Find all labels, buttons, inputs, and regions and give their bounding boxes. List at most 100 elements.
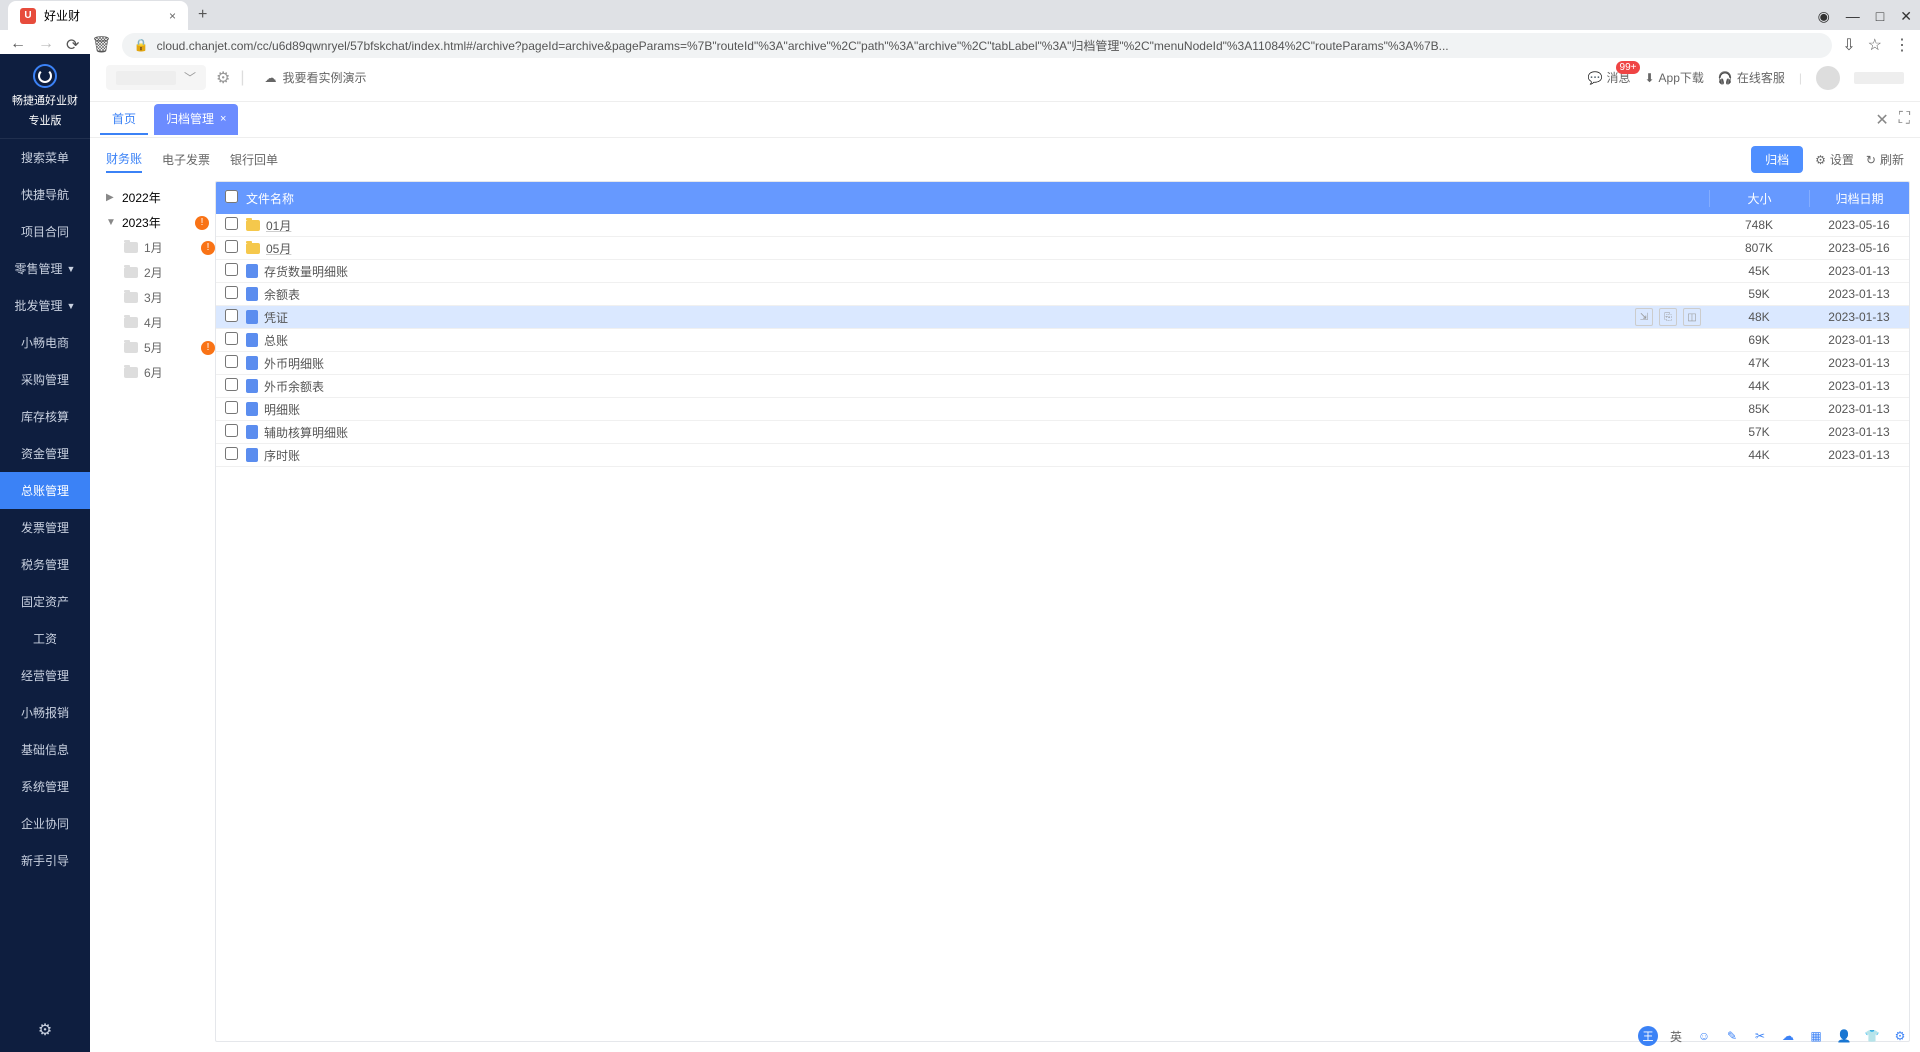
- row-checkbox[interactable]: [225, 424, 238, 437]
- ime-logo-icon[interactable]: 王: [1638, 1026, 1658, 1046]
- tree-year-2023[interactable]: ▼ 2023年 !: [100, 210, 215, 235]
- sidebar-item[interactable]: 小畅电商: [0, 324, 90, 361]
- reload-icon[interactable]: ⟳: [66, 35, 79, 55]
- user-icon[interactable]: ◉: [1818, 8, 1830, 25]
- sidebar-item[interactable]: 资金管理: [0, 435, 90, 472]
- action-pdf-icon[interactable]: ⎘: [1659, 308, 1677, 326]
- table-row[interactable]: 序时账44K2023-01-13: [216, 444, 1909, 467]
- row-checkbox[interactable]: [225, 401, 238, 414]
- sidebar-item[interactable]: 批发管理▼: [0, 287, 90, 324]
- table-row[interactable]: 05月807K2023-05-16: [216, 237, 1909, 260]
- download-button[interactable]: ⬇ App下载: [1644, 69, 1703, 86]
- ime-smile-icon[interactable]: ☺: [1694, 1026, 1714, 1046]
- sidebar-item[interactable]: 系统管理: [0, 768, 90, 805]
- select-all-checkbox[interactable]: [225, 190, 238, 203]
- sidebar-item[interactable]: 采购管理: [0, 361, 90, 398]
- close-window-icon[interactable]: ✕: [1900, 8, 1912, 25]
- table-row[interactable]: 余额表59K2023-01-13: [216, 283, 1909, 306]
- tab-archive[interactable]: 归档管理 ×: [154, 104, 238, 135]
- ime-person-icon[interactable]: 👤: [1834, 1026, 1854, 1046]
- table-row[interactable]: 外币余额表44K2023-01-13: [216, 375, 1909, 398]
- company-selector[interactable]: ﹀: [106, 65, 206, 90]
- demo-link[interactable]: ☁ 我要看实例演示: [265, 69, 367, 86]
- sidebar-item[interactable]: 零售管理▼: [0, 250, 90, 287]
- install-icon[interactable]: ⇩: [1842, 35, 1855, 55]
- file-name[interactable]: 05月: [266, 240, 291, 257]
- row-checkbox[interactable]: [225, 240, 238, 253]
- maximize-icon[interactable]: □: [1876, 8, 1884, 25]
- table-row[interactable]: 明细账85K2023-01-13: [216, 398, 1909, 421]
- row-checkbox[interactable]: [225, 332, 238, 345]
- tree-month[interactable]: 3月: [100, 285, 215, 310]
- messages-button[interactable]: 💬 消息 99+: [1588, 69, 1631, 86]
- table-row[interactable]: 辅助核算明细账57K2023-01-13: [216, 421, 1909, 444]
- sidebar-item[interactable]: 项目合同: [0, 213, 90, 250]
- sidebar-item[interactable]: 总账管理: [0, 472, 90, 509]
- sidebar-item[interactable]: 经营管理: [0, 657, 90, 694]
- star-icon[interactable]: ☆: [1868, 35, 1882, 55]
- sidebar-item[interactable]: 库存核算: [0, 398, 90, 435]
- sidebar-item-label: 基础信息: [21, 741, 69, 758]
- browser-tab[interactable]: U 好业财 ×: [8, 1, 188, 30]
- menu-icon[interactable]: ⋮: [1894, 35, 1910, 55]
- ime-grid-icon[interactable]: ▦: [1806, 1026, 1826, 1046]
- tree-month[interactable]: 5月!: [100, 335, 215, 360]
- close-all-icon[interactable]: ✕: [1875, 110, 1888, 130]
- close-icon[interactable]: ×: [169, 9, 176, 23]
- back-icon[interactable]: ←: [10, 35, 26, 55]
- row-checkbox[interactable]: [225, 447, 238, 460]
- settings-icon[interactable]: ⚙: [0, 1008, 90, 1052]
- avatar[interactable]: [1816, 66, 1840, 90]
- new-tab-button[interactable]: +: [188, 0, 217, 30]
- forward-icon[interactable]: →: [38, 35, 54, 55]
- ime-lang-button[interactable]: 英: [1666, 1026, 1686, 1046]
- sidebar-item[interactable]: 税务管理: [0, 546, 90, 583]
- sidebar-item[interactable]: 基础信息: [0, 731, 90, 768]
- row-checkbox[interactable]: [225, 286, 238, 299]
- tree-month[interactable]: 2月: [100, 260, 215, 285]
- row-checkbox[interactable]: [225, 217, 238, 230]
- close-tab-icon[interactable]: ×: [220, 113, 226, 125]
- tree-year-2022[interactable]: ▶ 2022年: [100, 185, 215, 210]
- ime-shirt-icon[interactable]: 👕: [1862, 1026, 1882, 1046]
- ime-cloud-icon[interactable]: ☁: [1778, 1026, 1798, 1046]
- row-checkbox[interactable]: [225, 355, 238, 368]
- fullscreen-icon[interactable]: ⛶: [1899, 110, 1910, 130]
- sidebar-item[interactable]: 小畅报销: [0, 694, 90, 731]
- sidebar-item[interactable]: 搜索菜单: [0, 139, 90, 176]
- ime-scissors-icon[interactable]: ✂: [1750, 1026, 1770, 1046]
- minimize-icon[interactable]: —: [1846, 8, 1860, 25]
- ime-edit-icon[interactable]: ✎: [1722, 1026, 1742, 1046]
- tree-month[interactable]: 6月: [100, 360, 215, 385]
- table-row[interactable]: 存货数量明细账45K2023-01-13: [216, 260, 1909, 283]
- tree-month[interactable]: 4月: [100, 310, 215, 335]
- tab-home[interactable]: 首页: [100, 104, 148, 135]
- sidebar-item[interactable]: 新手引导: [0, 842, 90, 879]
- row-checkbox[interactable]: [225, 309, 238, 322]
- sidebar-item[interactable]: 固定资产: [0, 583, 90, 620]
- table-row[interactable]: 总账69K2023-01-13: [216, 329, 1909, 352]
- action-export-icon[interactable]: ⇲: [1635, 308, 1653, 326]
- refresh-button[interactable]: ↻ 刷新: [1866, 151, 1904, 168]
- sidebar-item[interactable]: 企业协同: [0, 805, 90, 842]
- settings-button[interactable]: ⚙ 设置: [1815, 151, 1854, 168]
- service-button[interactable]: 🎧 在线客服: [1718, 69, 1785, 86]
- row-checkbox[interactable]: [225, 378, 238, 391]
- sidebar-item[interactable]: 快捷导航: [0, 176, 90, 213]
- table-row[interactable]: 外币明细账47K2023-01-13: [216, 352, 1909, 375]
- table-row[interactable]: 01月748K2023-05-16: [216, 214, 1909, 237]
- sidebar-item[interactable]: 发票管理: [0, 509, 90, 546]
- delete-icon[interactable]: 🗑: [91, 35, 111, 55]
- action-view-icon[interactable]: ◫: [1683, 308, 1701, 326]
- subtab-finance[interactable]: 财务账: [106, 146, 142, 173]
- row-checkbox[interactable]: [225, 263, 238, 276]
- ime-gear-icon[interactable]: ⚙: [1890, 1026, 1910, 1046]
- sidebar-item[interactable]: 工资: [0, 620, 90, 657]
- table-row[interactable]: 凭证⇲⎘◫48K2023-01-13: [216, 306, 1909, 329]
- gear-icon[interactable]: ⚙: [216, 68, 230, 88]
- tree-month[interactable]: 1月!: [100, 235, 215, 260]
- subtab-bank[interactable]: 银行回单: [230, 147, 278, 172]
- subtab-invoice[interactable]: 电子发票: [162, 147, 210, 172]
- file-name[interactable]: 01月: [266, 217, 291, 234]
- archive-button[interactable]: 归档: [1751, 146, 1803, 173]
